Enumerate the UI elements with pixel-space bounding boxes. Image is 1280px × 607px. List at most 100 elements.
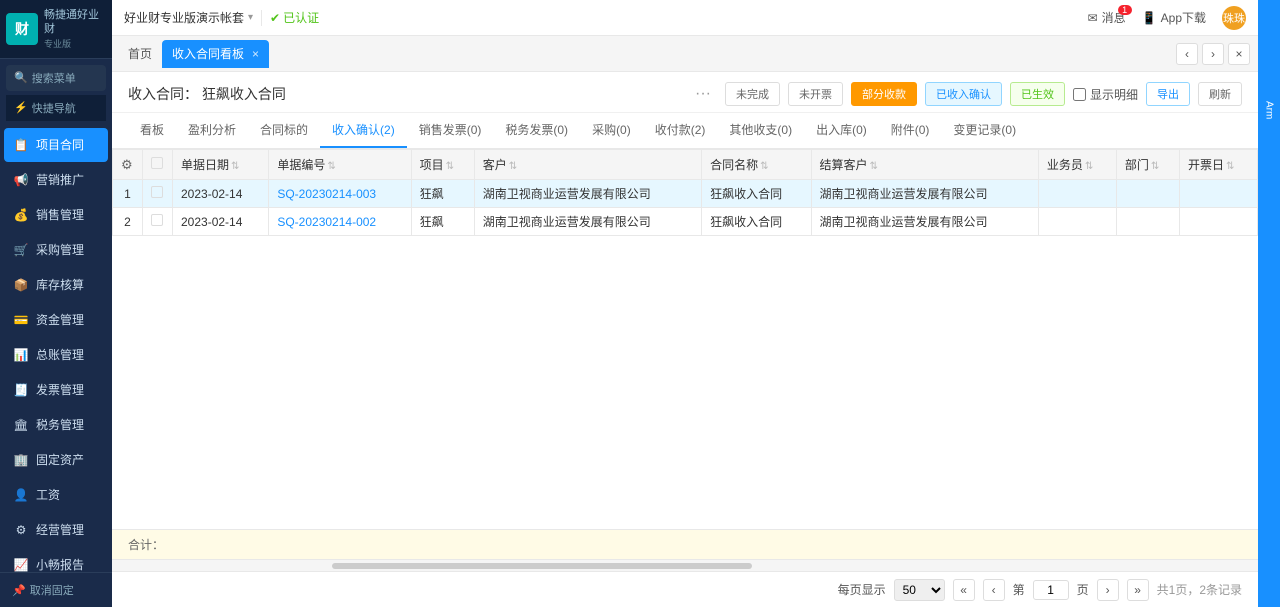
status-confirmed-button[interactable]: 已收入确认 <box>925 82 1002 106</box>
certified-icon: ✔ <box>270 11 280 25</box>
table-row[interactable]: 1 2023-02-14 SQ-20230214-003 狂飙 湖南卫视商业运营… <box>113 180 1258 208</box>
report-icon: 📈 <box>12 556 30 572</box>
capital-icon: 💳 <box>12 311 30 329</box>
more-button[interactable]: ··· <box>689 83 717 105</box>
sidebar-item-report[interactable]: 📈 小畅报告 <box>4 548 108 572</box>
sidebar-item-operations[interactable]: ⚙ 经营管理 <box>4 513 108 547</box>
sidebar-item-hr[interactable]: 👤 工资 <box>4 478 108 512</box>
sidebar-item-project[interactable]: 📋 项目合同 <box>4 128 108 162</box>
show-detail-label[interactable]: 显示明细 <box>1073 86 1138 103</box>
purchase-icon: 🛒 <box>12 241 30 259</box>
page-label: 第 <box>1013 581 1025 598</box>
sort-customer-icon: ⇅ <box>509 161 517 172</box>
row-no-1: SQ-20230214-003 <box>269 180 411 208</box>
sidebar-item-label: 固定资产 <box>36 451 84 468</box>
inventory-icon: 📦 <box>12 276 30 294</box>
tab-close-button[interactable]: × <box>1228 43 1250 65</box>
prev-page-button[interactable]: ‹ <box>983 579 1005 601</box>
tab-next-button[interactable]: › <box>1202 43 1224 65</box>
sidebar-item-capital[interactable]: 💳 资金管理 <box>4 303 108 337</box>
main-content: 好业财专业版演示帐套 ▾ ✔ 已认证 ✉ 消息 1 📱 App下载 珠珠 首页 <box>112 0 1258 607</box>
message-badge: 1 <box>1118 5 1132 15</box>
nav-icon: ⚡ <box>14 101 28 114</box>
sidebar-item-purchase[interactable]: 🛒 采购管理 <box>4 233 108 267</box>
status-incomplete-button[interactable]: 未完成 <box>725 82 780 106</box>
sub-tab-other[interactable]: 其他收支(0) <box>717 113 804 148</box>
sidebar-item-inventory[interactable]: 📦 库存核算 <box>4 268 108 302</box>
status-partial-button[interactable]: 部分收款 <box>851 82 917 106</box>
row-check-1[interactable] <box>143 180 173 208</box>
row-customer-2: 湖南卫视商业运营发展有限公司 <box>474 208 701 236</box>
show-detail-checkbox[interactable] <box>1073 88 1086 101</box>
sub-tab-sales-invoice[interactable]: 销售发票(0) <box>407 113 494 148</box>
current-page-input[interactable] <box>1033 580 1069 600</box>
sidebar-item-sales[interactable]: 💰 销售管理 <box>4 198 108 232</box>
last-page-button[interactable]: » <box>1127 579 1149 601</box>
sub-tab-purchase[interactable]: 采购(0) <box>580 113 643 148</box>
select-all-checkbox[interactable] <box>151 157 163 169</box>
row-check-2[interactable] <box>143 208 173 236</box>
sub-tab-recognition[interactable]: 收入确认(2) <box>320 113 407 148</box>
sort-date-icon: ⇅ <box>231 161 239 172</box>
scrollbar-thumb[interactable] <box>332 563 752 569</box>
sub-tab-attachment[interactable]: 附件(0) <box>879 113 942 148</box>
horizontal-scrollbar[interactable] <box>112 559 1258 571</box>
sub-tab-payment[interactable]: 收付款(2) <box>643 113 718 148</box>
quick-nav-button[interactable]: ⚡ 快捷导航 <box>6 95 106 121</box>
message-button[interactable]: ✉ 消息 1 <box>1088 9 1126 26</box>
active-tab[interactable]: 收入合同看板 × <box>162 40 269 68</box>
settings-icon[interactable]: ⚙ <box>121 157 133 172</box>
sidebar-item-label: 小畅报告 <box>36 556 84 572</box>
page-actions: ··· 未完成 未开票 部分收款 已收入确认 已生效 显示明细 导出 刷新 <box>689 82 1242 106</box>
sub-tab-kanban[interactable]: 看板 <box>128 113 176 148</box>
row-contract-1: 狂飙收入合同 <box>702 180 811 208</box>
row-date-1: 2023-02-14 <box>173 180 269 208</box>
row-no-link-2[interactable]: SQ-20230214-002 <box>277 215 376 229</box>
status-uninvoiced-button[interactable]: 未开票 <box>788 82 843 106</box>
status-effective-button[interactable]: 已生效 <box>1010 82 1065 106</box>
sidebar-item-tax[interactable]: 🏛 税务管理 <box>4 408 108 442</box>
arm-button[interactable]: Arm <box>1260 80 1278 140</box>
app-icon: 📱 <box>1142 11 1157 25</box>
user-avatar[interactable]: 珠珠 <box>1222 6 1246 30</box>
export-button[interactable]: 导出 <box>1146 82 1190 106</box>
row-contract-2: 狂飙收入合同 <box>702 208 811 236</box>
sidebar-item-invoice[interactable]: 🧾 发票管理 <box>4 373 108 407</box>
page-title: 收入合同： 狂飙收入合同 <box>128 84 286 104</box>
sub-tab-subject[interactable]: 合同标的 <box>248 113 320 148</box>
operations-icon: ⚙ <box>12 521 30 539</box>
tabbar: 首页 收入合同看板 × ‹ › × <box>112 36 1258 72</box>
marketing-icon: 📢 <box>12 171 30 189</box>
sidebar-item-general[interactable]: 📊 总账管理 <box>4 338 108 372</box>
sub-tab-inout[interactable]: 出入库(0) <box>804 113 879 148</box>
sidebar-item-assets[interactable]: 🏢 固定资产 <box>4 443 108 477</box>
sidebar-item-label: 营销推广 <box>36 171 84 188</box>
tab-prev-button[interactable]: ‹ <box>1176 43 1198 65</box>
table-row[interactable]: 2 2023-02-14 SQ-20230214-002 狂飙 湖南卫视商业运营… <box>113 208 1258 236</box>
unpin-button[interactable]: 📌 取消固定 <box>4 577 108 603</box>
company-selector[interactable]: 好业财专业版演示帐套 ▾ <box>124 9 253 26</box>
page-header: 收入合同： 狂飙收入合同 ··· 未完成 未开票 部分收款 已收入确认 已生效 … <box>112 72 1258 113</box>
per-page-select[interactable]: 50 100 200 <box>894 579 945 601</box>
topbar-divider <box>261 10 262 26</box>
footer-total: 合计： <box>128 536 1242 553</box>
sidebar-item-label: 销售管理 <box>36 206 84 223</box>
next-page-button[interactable]: › <box>1097 579 1119 601</box>
sub-tab-profit[interactable]: 盈利分析 <box>176 113 248 148</box>
pin-icon: 📌 <box>12 584 26 597</box>
pagination: 每页显示 50 100 200 « ‹ 第 页 › » 共1页，2条记录 <box>112 571 1258 607</box>
sidebar-item-marketing[interactable]: 📢 营销推广 <box>4 163 108 197</box>
logo-icon: 财 <box>6 13 38 45</box>
row-no-link-1[interactable]: SQ-20230214-003 <box>277 187 376 201</box>
tab-close-icon[interactable]: × <box>252 47 259 61</box>
first-page-button[interactable]: « <box>953 579 975 601</box>
hr-icon: 👤 <box>12 486 30 504</box>
tab-navigation: ‹ › × <box>1176 43 1250 65</box>
refresh-button[interactable]: 刷新 <box>1198 82 1242 106</box>
sub-tab-tax-invoice[interactable]: 税务发票(0) <box>493 113 580 148</box>
search-menu-button[interactable]: 🔍 搜索菜单 <box>6 65 106 91</box>
home-tab[interactable]: 首页 <box>120 45 160 62</box>
app-download-button[interactable]: 📱 App下载 <box>1142 9 1206 26</box>
general-icon: 📊 <box>12 346 30 364</box>
sub-tab-changes[interactable]: 变更记录(0) <box>941 113 1028 148</box>
